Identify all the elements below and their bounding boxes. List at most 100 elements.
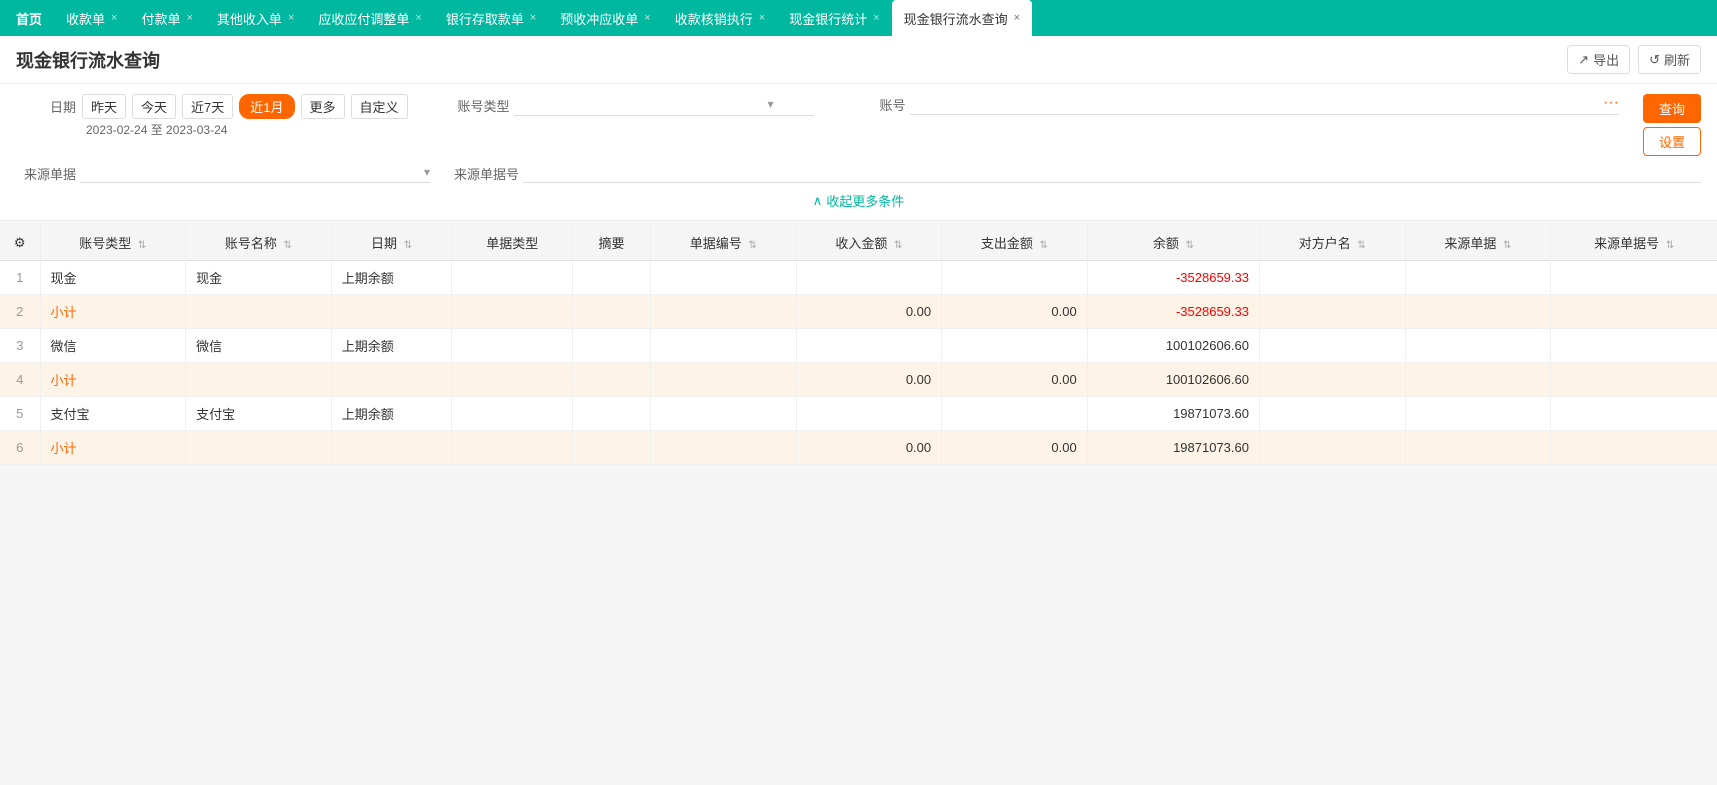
close-icon[interactable]: × [873,12,879,24]
cell-balance: 100102606.60 [1087,329,1259,363]
collapse-up-icon: ∧ [813,193,823,209]
date-7days[interactable]: 近7天 [182,94,233,119]
col-date[interactable]: 日期 ⇅ [331,225,452,261]
close-icon[interactable]: × [759,12,765,24]
close-icon[interactable]: × [288,12,294,24]
date-yesterday[interactable]: 昨天 [82,94,126,119]
cell-account-name [186,431,332,465]
cell-counterpart [1259,363,1405,397]
more-options-icon[interactable]: ··· [1603,94,1619,112]
refresh-button[interactable]: ↺ 刷新 [1638,45,1701,74]
cell-expense: 0.00 [942,295,1088,329]
date-today[interactable]: 今天 [132,94,176,119]
cell-account-type: 小计 [40,295,186,329]
query-button[interactable]: 查询 [1643,94,1701,123]
close-icon[interactable]: × [186,12,192,24]
row-index: 5 [0,397,40,431]
nav-item-yushou[interactable]: 预收冲应收单 × [548,0,662,36]
nav-item-yinhangcunqu[interactable]: 银行存取款单 × [434,0,548,36]
refresh-icon: ↺ [1649,52,1660,68]
source-doc-label: 来源单据 [16,164,76,183]
cell-source-doc [1405,363,1551,397]
col-source-doc[interactable]: 来源单据 ⇅ [1405,225,1551,261]
nav-home[interactable]: 首页 [4,0,54,36]
export-button[interactable]: ↗ 导出 [1567,45,1630,74]
filter-area: 日期 昨天 今天 近7天 近1月 更多 自定义 2023-02-24 至 202… [0,84,1717,221]
account-type-label: 账号类型 [450,96,510,115]
nav-item-fukuandan[interactable]: 付款单 × [129,0,204,36]
nav-item-qitashouru[interactable]: 其他收入单 × [205,0,306,36]
cell-account-name: 现金 [186,261,332,295]
sort-icon: ⇅ [1666,240,1674,251]
settings-button[interactable]: 设置 [1643,127,1701,156]
close-icon[interactable]: × [644,12,650,24]
cell-doc-type [452,363,573,397]
table-row: 5 支付宝 支付宝 上期余额 19871073.60 [0,397,1717,431]
table-row: 3 微信 微信 上期余额 100102606.60 [0,329,1717,363]
cell-date [331,431,452,465]
table-row: 1 现金 现金 上期余额 -3528659.33 [0,261,1717,295]
cell-doc-type [452,329,573,363]
cell-doc-type [452,295,573,329]
nav-item-liushui[interactable]: 现金银行流水查询 × [892,0,1032,36]
page-title: 现金银行流水查询 [16,47,160,73]
source-doc-input[interactable] [80,165,420,180]
sort-icon: ⇅ [748,240,756,251]
cell-income [796,261,942,295]
table-body: 1 现金 现金 上期余额 -3528659.33 2 小计 0.00 0.00 … [0,261,1717,465]
cell-balance: -3528659.33 [1087,295,1259,329]
col-summary: 摘要 [573,225,651,261]
cell-date [331,295,452,329]
col-account-name[interactable]: 账号名称 ⇅ [186,225,332,261]
col-doc-no[interactable]: 单据编号 ⇅ [650,225,796,261]
collapse-bar[interactable]: ∧ 收起更多条件 [16,191,1701,210]
cell-expense: 0.00 [942,431,1088,465]
close-icon[interactable]: × [1014,12,1020,24]
cell-date: 上期余额 [331,397,452,431]
col-balance[interactable]: 余额 ⇅ [1087,225,1259,261]
account-no-input[interactable] [910,96,1595,111]
nav-item-shoukuandan[interactable]: 收款单 × [54,0,129,36]
source-no-input[interactable] [523,165,1701,180]
cell-doc-no [650,397,796,431]
row-index: 6 [0,431,40,465]
col-account-type[interactable]: 账号类型 ⇅ [40,225,186,261]
cell-account-name: 微信 [186,329,332,363]
col-counterpart[interactable]: 对方户名 ⇅ [1259,225,1405,261]
row-index: 2 [0,295,40,329]
nav-item-shoukuanhexiao[interactable]: 收款核销执行 × [663,0,777,36]
cell-summary [573,261,651,295]
date-custom[interactable]: 自定义 [351,94,408,119]
close-icon[interactable]: × [415,12,421,24]
col-doc-type: 单据类型 [452,225,573,261]
cell-doc-no [650,329,796,363]
close-icon[interactable]: × [111,12,117,24]
cell-counterpart [1259,397,1405,431]
date-filter-label: 日期 [16,97,76,116]
nav-item-yingshou[interactable]: 应收应付调整单 × [306,0,433,36]
sort-icon: ⇅ [138,240,146,251]
col-source-no[interactable]: 来源单据号 ⇅ [1551,225,1717,261]
sort-icon: ⇅ [1040,240,1048,251]
account-type-input[interactable] [514,94,764,113]
cell-source-doc [1405,295,1551,329]
cell-source-no [1551,329,1717,363]
cell-balance: 19871073.60 [1087,431,1259,465]
cell-source-doc [1405,329,1551,363]
col-expense[interactable]: 支出金额 ⇅ [942,225,1088,261]
cell-income [796,329,942,363]
cell-account-type: 微信 [40,329,186,363]
cell-doc-type [452,261,573,295]
sort-icon: ⇅ [1185,240,1193,251]
header-actions: ↗ 导出 ↺ 刷新 [1567,45,1701,74]
nav-item-xianjintongji[interactable]: 现金银行统计 × [777,0,891,36]
cell-summary [573,397,651,431]
column-settings-icon[interactable]: ⚙ [0,225,40,261]
close-icon[interactable]: × [530,12,536,24]
col-income[interactable]: 收入金额 ⇅ [796,225,942,261]
cell-account-type: 小计 [40,431,186,465]
date-1month[interactable]: 近1月 [239,94,294,119]
cell-doc-no [650,295,796,329]
date-more[interactable]: 更多 [301,94,345,119]
cell-account-name [186,295,332,329]
